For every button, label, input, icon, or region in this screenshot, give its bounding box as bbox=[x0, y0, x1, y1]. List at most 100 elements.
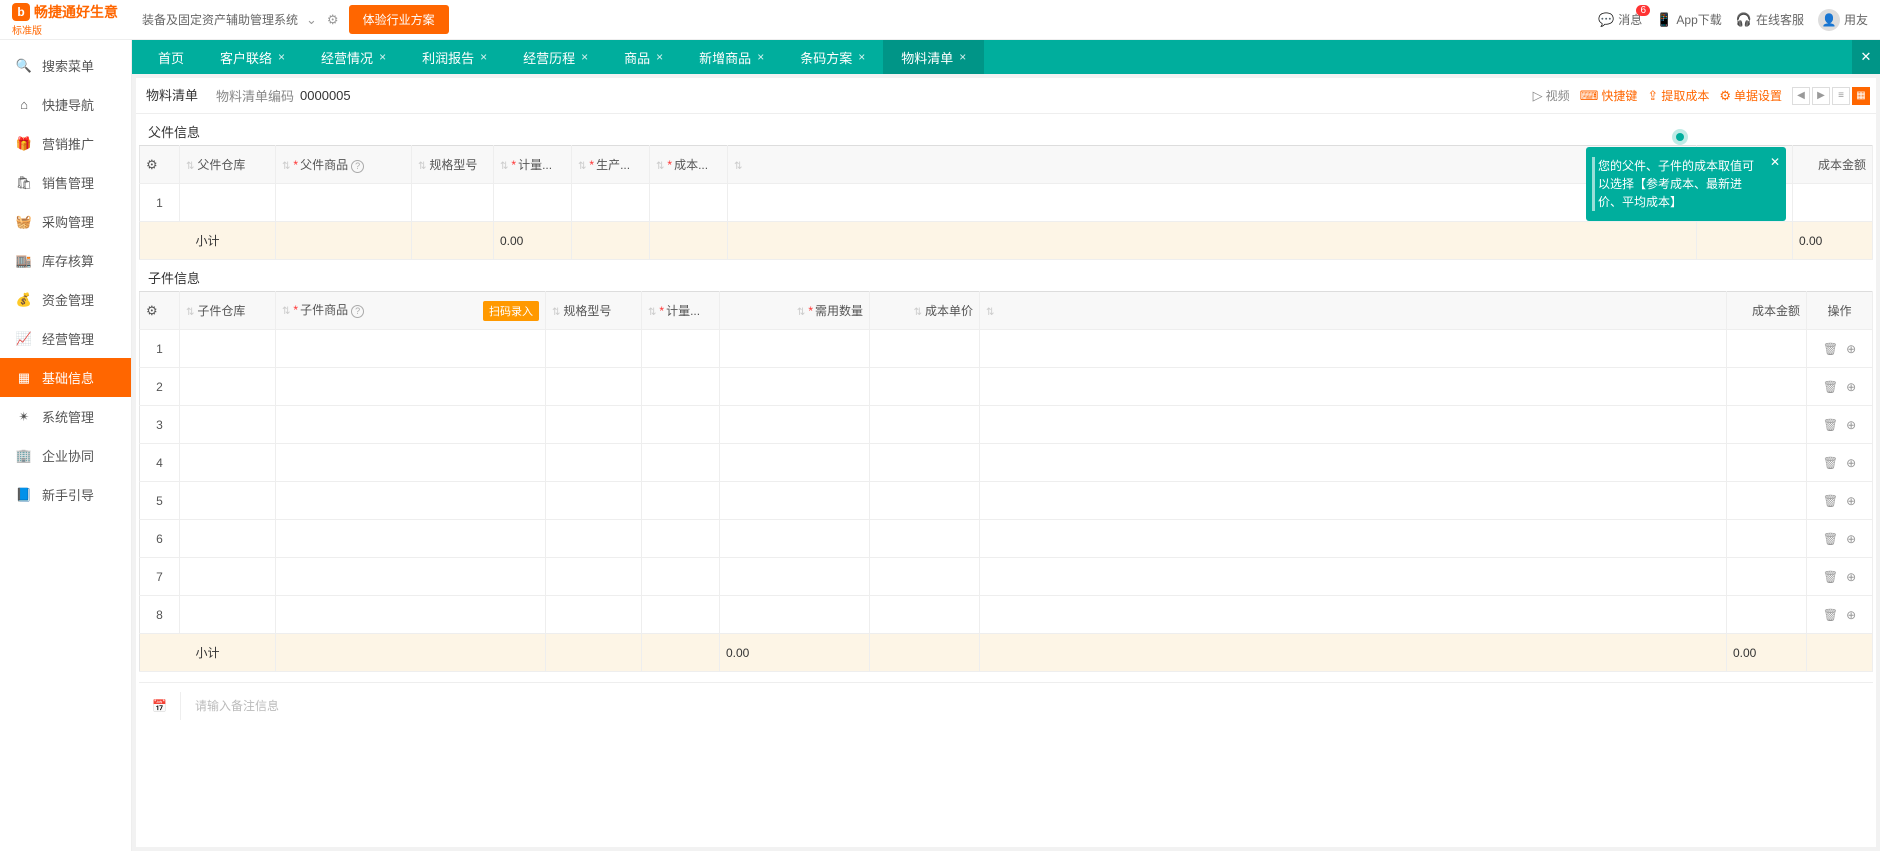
col-parent-unit[interactable]: ⇅*计量... bbox=[494, 146, 572, 184]
shortcut-link[interactable]: ⌨快捷键 bbox=[1580, 87, 1638, 104]
sidebar-item-8[interactable]: ▦基础信息 bbox=[0, 358, 131, 397]
tab-close-icon[interactable]: × bbox=[959, 50, 966, 64]
col-child-goods[interactable]: ⇅*子件商品?扫码录入 bbox=[276, 292, 546, 330]
trial-button[interactable]: 体验行业方案 bbox=[349, 5, 449, 34]
user-menu[interactable]: 👤 用友 bbox=[1818, 9, 1868, 31]
row-add-icon[interactable]: ⊕ bbox=[1846, 608, 1856, 622]
sidebar-item-5[interactable]: 🏬库存核算 bbox=[0, 241, 131, 280]
col-child-unit[interactable]: ⇅*计量... bbox=[642, 292, 720, 330]
row-delete-icon[interactable]: 🗑 bbox=[1823, 456, 1838, 470]
subtab-title[interactable]: 物料清单 bbox=[146, 85, 198, 106]
child-row[interactable]: 7🗑⊕ bbox=[140, 558, 1873, 596]
tab-close-icon[interactable]: × bbox=[757, 50, 764, 64]
child-row[interactable]: 1🗑⊕ bbox=[140, 330, 1873, 368]
row-delete-icon[interactable]: 🗑 bbox=[1823, 380, 1838, 394]
child-row[interactable]: 4🗑⊕ bbox=[140, 444, 1873, 482]
col-parent-amount[interactable]: 成本金额 bbox=[1793, 146, 1873, 184]
row-add-icon[interactable]: ⊕ bbox=[1846, 342, 1856, 356]
remark-placeholder[interactable]: 请输入备注信息 bbox=[195, 697, 279, 714]
row-add-icon[interactable]: ⊕ bbox=[1846, 570, 1856, 584]
tab-close-icon[interactable]: × bbox=[656, 50, 663, 64]
help-icon[interactable]: ? bbox=[351, 305, 364, 318]
row-delete-icon[interactable]: 🗑 bbox=[1823, 570, 1838, 584]
sidebar-item-4[interactable]: 🧺采购管理 bbox=[0, 202, 131, 241]
app-download-button[interactable]: 📱 App下载 bbox=[1656, 11, 1722, 28]
tooltip-close-button[interactable]: ✕ bbox=[1770, 153, 1780, 171]
customer-service-button[interactable]: 🎧 在线客服 bbox=[1736, 11, 1804, 28]
tab-8[interactable]: 物料清单× bbox=[883, 40, 984, 74]
tab-close-icon[interactable]: × bbox=[379, 50, 386, 64]
row-delete-icon[interactable]: 🗑 bbox=[1823, 342, 1838, 356]
sidebar-item-2[interactable]: 🎁营销推广 bbox=[0, 124, 131, 163]
tab-0[interactable]: 首页 bbox=[140, 40, 202, 74]
tab-3[interactable]: 利润报告× bbox=[404, 40, 505, 74]
col-child-qty[interactable]: ⇅*需用数量 bbox=[720, 292, 870, 330]
col-child-spec[interactable]: ⇅规格型号 bbox=[546, 292, 642, 330]
col-child-amount[interactable]: 成本金额 bbox=[1727, 292, 1807, 330]
col-child-wh[interactable]: ⇅子件仓库 bbox=[180, 292, 276, 330]
gear-column[interactable]: ⚙ bbox=[140, 292, 180, 330]
nav-icon: 🎁 bbox=[16, 136, 32, 152]
row-index: 1 bbox=[140, 184, 180, 222]
child-row[interactable]: 6🗑⊕ bbox=[140, 520, 1873, 558]
row-add-icon[interactable]: ⊕ bbox=[1846, 418, 1856, 432]
child-row[interactable]: 2🗑⊕ bbox=[140, 368, 1873, 406]
sidebar-item-11[interactable]: 📘新手引导 bbox=[0, 475, 131, 514]
nav-label: 系统管理 bbox=[42, 407, 94, 426]
sidebar-item-0[interactable]: 🔍搜索菜单 bbox=[0, 46, 131, 85]
row-delete-icon[interactable]: 🗑 bbox=[1823, 532, 1838, 546]
col-parent-wh[interactable]: ⇅父件仓库 bbox=[180, 146, 276, 184]
sidebar-item-6[interactable]: 💰资金管理 bbox=[0, 280, 131, 319]
sidebar-item-10[interactable]: 🏢企业协同 bbox=[0, 436, 131, 475]
sidebar-item-1[interactable]: ⌂快捷导航 bbox=[0, 85, 131, 124]
sidebar-item-7[interactable]: 📈经营管理 bbox=[0, 319, 131, 358]
nav-label: 基础信息 bbox=[42, 368, 94, 387]
col-parent-spec[interactable]: ⇅规格型号 bbox=[412, 146, 494, 184]
tab-2[interactable]: 经营情况× bbox=[303, 40, 404, 74]
view-grid-button[interactable]: ▦ bbox=[1852, 87, 1870, 105]
messages-button[interactable]: 💬 消息 6 bbox=[1598, 11, 1642, 28]
close-all-tabs-button[interactable]: ✕ bbox=[1852, 40, 1880, 74]
pager-next-button[interactable]: ▶ bbox=[1812, 87, 1830, 105]
pager-prev-button[interactable]: ◀ bbox=[1792, 87, 1810, 105]
tab-5[interactable]: 商品× bbox=[606, 40, 681, 74]
row-delete-icon[interactable]: 🗑 bbox=[1823, 608, 1838, 622]
video-link[interactable]: ▷视频 bbox=[1533, 87, 1570, 104]
nav-label: 快捷导航 bbox=[42, 95, 94, 114]
row-index: 8 bbox=[140, 596, 180, 634]
tab-4[interactable]: 经营历程× bbox=[505, 40, 606, 74]
col-parent-goods[interactable]: ⇅*父件商品? bbox=[276, 146, 412, 184]
calendar-icon[interactable]: 📅 bbox=[153, 692, 181, 720]
extract-cost-link[interactable]: ⇪提取成本 bbox=[1647, 87, 1709, 104]
sidebar-item-9[interactable]: ✴系统管理 bbox=[0, 397, 131, 436]
gear-icon[interactable]: ⚙ bbox=[327, 12, 339, 28]
child-row[interactable]: 5🗑⊕ bbox=[140, 482, 1873, 520]
tab-7[interactable]: 条码方案× bbox=[782, 40, 883, 74]
row-add-icon[interactable]: ⊕ bbox=[1846, 532, 1856, 546]
tab-close-icon[interactable]: × bbox=[480, 50, 487, 64]
code-value: 0000005 bbox=[300, 88, 351, 103]
help-icon[interactable]: ? bbox=[351, 160, 364, 173]
tab-1[interactable]: 客户联络× bbox=[202, 40, 303, 74]
doc-settings-link[interactable]: ⚙单据设置 bbox=[1719, 87, 1782, 104]
child-row[interactable]: 3🗑⊕ bbox=[140, 406, 1873, 444]
child-row[interactable]: 8 🗑 ⊕ bbox=[140, 596, 1873, 634]
col-child-price[interactable]: ⇅成本单价 bbox=[870, 292, 980, 330]
col-parent-cost[interactable]: ⇅*成本... bbox=[650, 146, 728, 184]
row-delete-icon[interactable]: 🗑 bbox=[1823, 494, 1838, 508]
system-selector[interactable]: 装备及固定资产辅助管理系统 ⌄ bbox=[142, 11, 317, 28]
row-add-icon[interactable]: ⊕ bbox=[1846, 494, 1856, 508]
tab-close-icon[interactable]: × bbox=[858, 50, 865, 64]
tab-6[interactable]: 新增商品× bbox=[681, 40, 782, 74]
gear-column[interactable]: ⚙ bbox=[140, 146, 180, 184]
col-parent-prod[interactable]: ⇅*生产... bbox=[572, 146, 650, 184]
parent-subtotal-label: 小计 bbox=[140, 222, 276, 260]
view-list-button[interactable]: ≡ bbox=[1832, 87, 1850, 105]
tab-close-icon[interactable]: × bbox=[278, 50, 285, 64]
sidebar-item-3[interactable]: 🛍销售管理 bbox=[0, 163, 131, 202]
scan-input-button[interactable]: 扫码录入 bbox=[483, 301, 539, 321]
row-add-icon[interactable]: ⊕ bbox=[1846, 380, 1856, 394]
row-add-icon[interactable]: ⊕ bbox=[1846, 456, 1856, 470]
row-delete-icon[interactable]: 🗑 bbox=[1823, 418, 1838, 432]
tab-close-icon[interactable]: × bbox=[581, 50, 588, 64]
